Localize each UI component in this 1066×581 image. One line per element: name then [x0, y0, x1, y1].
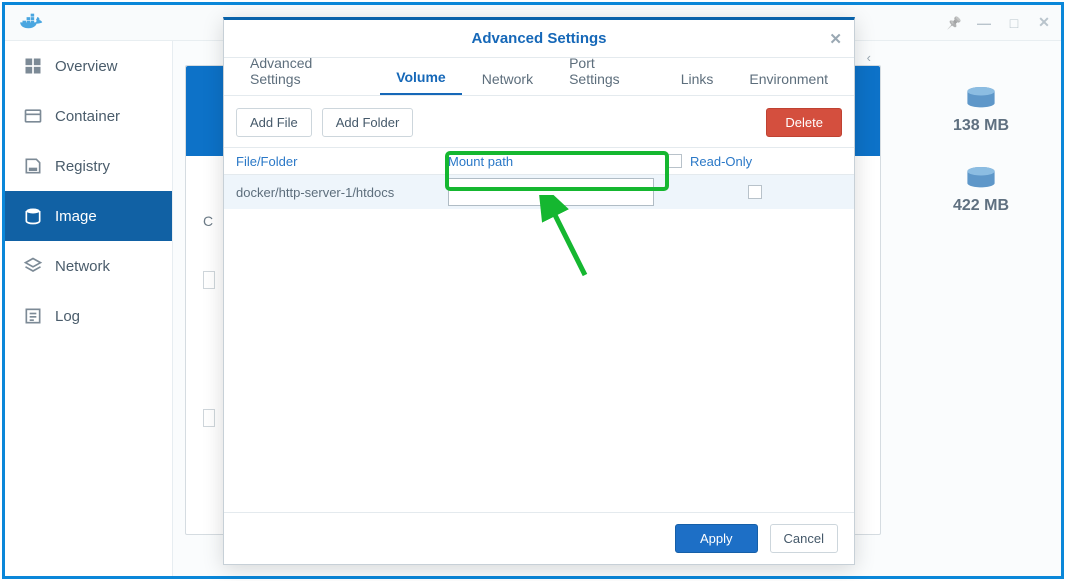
registry-icon [23, 156, 43, 176]
sidebar-item-label: Network [55, 258, 110, 275]
disk-card: 138 MB [953, 85, 1009, 135]
add-folder-button[interactable]: Add Folder [322, 108, 414, 137]
sidebar-item-label: Image [55, 208, 97, 225]
modal-title-text: Advanced Settings [471, 30, 606, 47]
bg-field-fragment [203, 271, 215, 289]
close-button[interactable] [1035, 14, 1053, 32]
table-row[interactable]: docker/http-server-1/htdocs [224, 175, 854, 209]
disk-icon [964, 85, 998, 111]
header-mount-path: Mount path [448, 154, 668, 169]
tab-network[interactable]: Network [466, 62, 549, 95]
sidebar-item-label: Registry [55, 158, 110, 175]
docker-logo-icon [19, 12, 47, 34]
readonly-checkbox[interactable] [748, 185, 762, 199]
advanced-settings-modal: Advanced Settings Advanced Settings Volu… [223, 17, 855, 565]
modal-title: Advanced Settings [224, 20, 854, 58]
tab-links[interactable]: Links [665, 62, 730, 95]
apply-button[interactable]: Apply [675, 524, 758, 553]
mount-path-input[interactable] [448, 178, 654, 206]
sidebar-item-overview[interactable]: Overview [5, 41, 172, 91]
pin-icon[interactable] [945, 14, 963, 32]
container-icon [23, 106, 43, 126]
overview-icon [23, 56, 43, 76]
sidebar-item-image[interactable]: Image [5, 191, 172, 241]
image-icon [23, 206, 43, 226]
log-icon [23, 306, 43, 326]
add-file-button[interactable]: Add File [236, 108, 312, 137]
modal-tabs: Advanced Settings Volume Network Port Se… [224, 58, 854, 96]
sidebar-item-label: Log [55, 308, 80, 325]
window-buttons [945, 14, 1053, 32]
header-read-only-label: Read-Only [690, 154, 752, 169]
modal-footer: Apply Cancel [224, 512, 854, 564]
minimize-button[interactable] [975, 14, 993, 32]
bg-field-fragment [203, 409, 215, 427]
readonly-header-checkbox[interactable] [668, 154, 682, 168]
sidebar-item-container[interactable]: Container [5, 91, 172, 141]
table-header: File/Folder Mount path Read-Only [224, 147, 854, 175]
disk-icon [964, 165, 998, 191]
disk-size: 422 MB [953, 197, 1009, 215]
bg-letter: C [203, 213, 213, 229]
back-chevron-icon[interactable]: ‹ [867, 50, 871, 65]
cell-file-folder: docker/http-server-1/htdocs [236, 185, 448, 200]
disk-card: 422 MB [953, 165, 1009, 215]
sidebar-item-label: Container [55, 108, 120, 125]
modal-toolbar: Add File Add Folder Delete [224, 96, 854, 147]
network-icon [23, 256, 43, 276]
header-read-only: Read-Only [668, 154, 752, 169]
sidebar-item-label: Overview [55, 58, 118, 75]
header-file-folder: File/Folder [236, 154, 448, 169]
sidebar: Overview Container Registry Image Networ… [5, 41, 173, 576]
sidebar-item-network[interactable]: Network [5, 241, 172, 291]
right-column: 138 MB 422 MB [911, 85, 1051, 215]
cancel-button[interactable]: Cancel [770, 524, 838, 553]
tab-environment[interactable]: Environment [733, 62, 844, 95]
sidebar-item-log[interactable]: Log [5, 291, 172, 341]
maximize-button[interactable] [1005, 14, 1023, 32]
disk-size: 138 MB [953, 117, 1009, 135]
tab-volume[interactable]: Volume [380, 60, 462, 95]
close-icon[interactable] [829, 30, 842, 48]
sidebar-item-registry[interactable]: Registry [5, 141, 172, 191]
delete-button[interactable]: Delete [766, 108, 842, 137]
